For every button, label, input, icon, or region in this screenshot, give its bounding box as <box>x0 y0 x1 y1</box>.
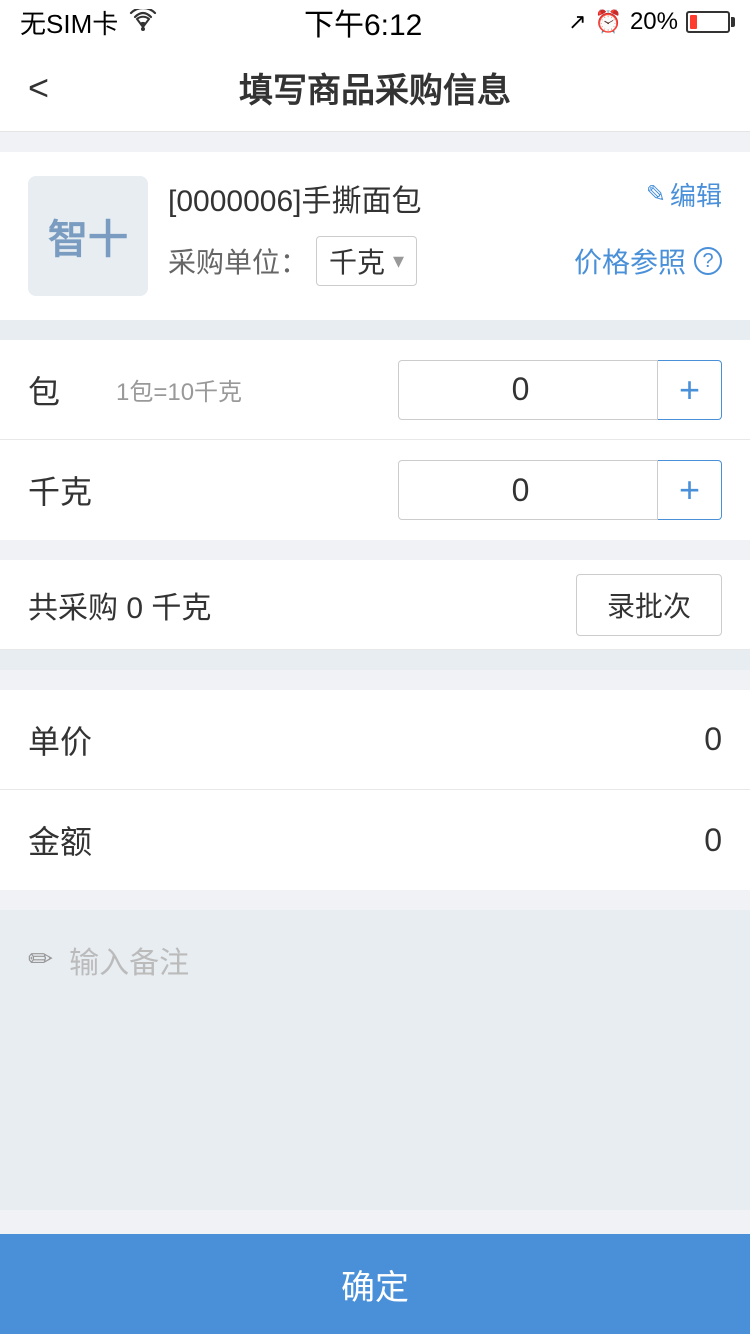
kg-input-row: 千克 + <box>0 440 750 540</box>
pack-label: 包 <box>28 367 108 413</box>
alarm-icon: ⏰ <box>595 9 622 35</box>
location-icon: ↗ <box>568 9 586 35</box>
status-left: 无SIM卡 <box>20 4 158 41</box>
unit-price-value: 0 <box>704 721 722 758</box>
price-section: 单价 0 金额 0 <box>0 690 750 890</box>
summary-text: 共采购 0 千克 <box>28 583 211 627</box>
amount-value: 0 <box>704 822 722 859</box>
nav-bar: < 填写商品采购信息 <box>0 44 750 132</box>
edit-button[interactable]: ✎ 编辑 <box>646 176 722 213</box>
edit-label: 编辑 <box>670 176 722 213</box>
amount-label: 金额 <box>28 817 92 863</box>
pencil-icon: ✏ <box>28 942 53 977</box>
kg-quantity-input[interactable] <box>398 460 658 520</box>
kg-input-group: + <box>398 460 722 520</box>
note-placeholder: 输入备注 <box>69 938 189 982</box>
input-section: 包 1包=10千克 + 千克 + <box>0 340 750 540</box>
wifi-icon <box>128 7 158 38</box>
edit-icon: ✎ <box>646 180 666 209</box>
kg-plus-button[interactable]: + <box>658 460 722 520</box>
page-title: 填写商品采购信息 <box>239 63 511 112</box>
price-ref-label: 价格参照 <box>574 241 686 281</box>
confirm-button[interactable]: 确定 <box>0 1234 750 1334</box>
pack-input-row: 包 1包=10千克 + <box>0 340 750 440</box>
info-icon: ? <box>694 247 722 275</box>
battery-icon <box>686 11 730 33</box>
unit-select[interactable]: 千克 ▾ <box>316 236 417 286</box>
product-image: 智十 <box>28 176 148 296</box>
note-section[interactable]: ✏ 输入备注 <box>0 910 750 1210</box>
section-divider-1 <box>0 320 750 340</box>
pack-plus-button[interactable]: + <box>658 360 722 420</box>
battery-percent: 20% <box>630 8 678 36</box>
section-divider-2 <box>0 650 750 670</box>
status-bar: 无SIM卡 下午6:12 ↗ ⏰ 20% <box>0 0 750 44</box>
chevron-down-icon: ▾ <box>393 248 404 274</box>
amount-row: 金额 0 <box>0 790 750 890</box>
unit-price-row: 单价 0 <box>0 690 750 790</box>
kg-label: 千克 <box>28 467 108 513</box>
pack-sublabel: 1包=10千克 <box>116 372 242 407</box>
product-name: [0000006]手撕面包 <box>168 176 421 220</box>
product-card: 智十 [0000006]手撕面包 ✎ 编辑 采购单位： 千克 ▾ 价格参照 ? <box>0 152 750 320</box>
status-time: 下午6:12 <box>304 0 422 44</box>
pack-quantity-input[interactable] <box>398 360 658 420</box>
summary-section: 共采购 0 千克 录批次 <box>0 560 750 650</box>
unit-label: 采购单位： <box>168 241 308 281</box>
carrier-text: 无SIM卡 <box>20 4 118 41</box>
unit-price-label: 单价 <box>28 717 92 763</box>
product-logo: 智十 <box>48 207 128 265</box>
pack-input-group: + <box>398 360 722 420</box>
price-ref-button[interactable]: 价格参照 ? <box>574 241 722 281</box>
unit-value: 千克 <box>329 241 385 281</box>
product-info: [0000006]手撕面包 ✎ 编辑 采购单位： 千克 ▾ 价格参照 ? <box>168 176 722 286</box>
back-button[interactable]: < <box>28 67 49 109</box>
status-right: ↗ ⏰ 20% <box>568 8 730 36</box>
batch-button[interactable]: 录批次 <box>576 574 722 636</box>
